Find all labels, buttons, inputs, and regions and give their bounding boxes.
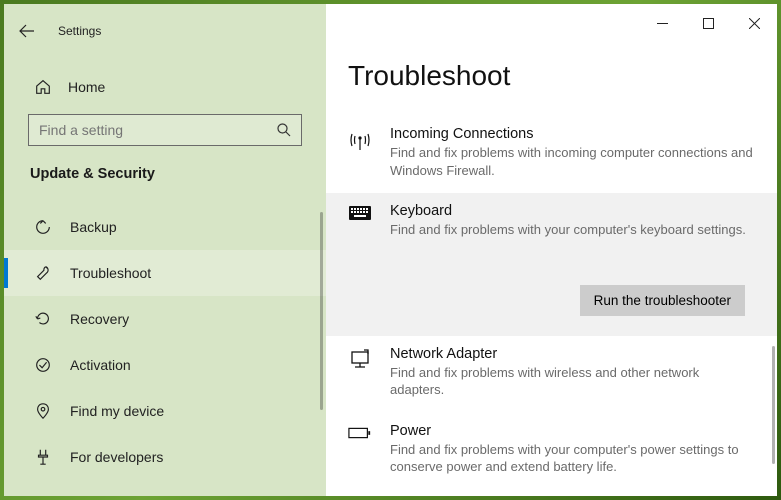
run-troubleshooter-button[interactable]: Run the troubleshooter [580, 285, 745, 316]
ts-item-program-compatibility[interactable]: Program Compatibility Troubleshooter [326, 490, 777, 496]
ts-name: Keyboard [390, 203, 755, 219]
settings-window: Settings Home Update & Security Backu [4, 4, 777, 496]
ts-name: Incoming Connections [390, 126, 755, 142]
back-button[interactable] [18, 22, 36, 40]
wrench-icon [34, 264, 52, 282]
check-circle-icon [34, 356, 52, 374]
sidebar-item-for-developers[interactable]: For developers [4, 434, 326, 480]
ts-item-keyboard[interactable]: Keyboard Find and fix problems with your… [326, 193, 777, 336]
keyboard-icon [348, 203, 372, 239]
app-title: Settings [58, 24, 101, 38]
ts-item-incoming-connections[interactable]: Incoming Connections Find and fix proble… [326, 116, 777, 193]
search-wrap [28, 114, 302, 146]
main-scrollbar[interactable] [772, 346, 775, 464]
sidebar-item-label: Recovery [70, 311, 129, 327]
battery-icon [348, 423, 372, 476]
antenna-icon [348, 126, 372, 179]
ts-name: Network Adapter [390, 346, 755, 362]
page-title: Troubleshoot [348, 60, 777, 92]
home-icon [34, 78, 52, 96]
sidebar-item-label: For developers [70, 449, 163, 465]
search-input[interactable] [28, 114, 302, 146]
backup-icon [34, 218, 52, 236]
section-title: Update & Security [30, 166, 326, 182]
nav-list: Backup Troubleshoot Recovery Activation [4, 204, 326, 480]
minimize-icon [657, 18, 668, 29]
network-adapter-icon [348, 346, 372, 399]
ts-desc: Find and fix problems with your computer… [390, 221, 755, 239]
back-arrow-icon [19, 23, 35, 39]
sidebar-item-find-my-device[interactable]: Find my device [4, 388, 326, 434]
sidebar-item-backup[interactable]: Backup [4, 204, 326, 250]
window-controls [639, 8, 777, 38]
sidebar-item-label: Backup [70, 219, 117, 235]
ts-desc: Find and fix problems with incoming comp… [390, 144, 755, 179]
ts-desc: Find and fix problems with wireless and … [390, 364, 755, 399]
sidebar-item-label: Activation [70, 357, 131, 373]
developer-icon [34, 448, 52, 466]
maximize-button[interactable] [685, 8, 731, 38]
ts-name: Power [390, 423, 755, 439]
titlebar: Settings [4, 14, 326, 48]
location-icon [34, 402, 52, 420]
sidebar-item-recovery[interactable]: Recovery [4, 296, 326, 342]
sidebar-item-activation[interactable]: Activation [4, 342, 326, 388]
maximize-icon [703, 18, 714, 29]
home-link[interactable]: Home [4, 70, 326, 104]
sidebar-scrollbar[interactable] [320, 212, 323, 410]
close-button[interactable] [731, 8, 777, 38]
recovery-icon [34, 310, 52, 328]
sidebar-item-label: Troubleshoot [70, 265, 151, 281]
sidebar-item-troubleshoot[interactable]: Troubleshoot [4, 250, 326, 296]
main-content: Troubleshoot Incoming Connections Find a… [326, 4, 777, 496]
minimize-button[interactable] [639, 8, 685, 38]
troubleshooter-list: Incoming Connections Find and fix proble… [326, 116, 777, 496]
close-icon [749, 18, 760, 29]
sidebar: Settings Home Update & Security Backu [4, 4, 326, 496]
ts-desc: Find and fix problems with your computer… [390, 441, 755, 476]
ts-item-power[interactable]: Power Find and fix problems with your co… [326, 413, 777, 490]
ts-item-network-adapter[interactable]: Network Adapter Find and fix problems wi… [326, 336, 777, 413]
home-label: Home [68, 79, 105, 95]
sidebar-item-label: Find my device [70, 403, 164, 419]
